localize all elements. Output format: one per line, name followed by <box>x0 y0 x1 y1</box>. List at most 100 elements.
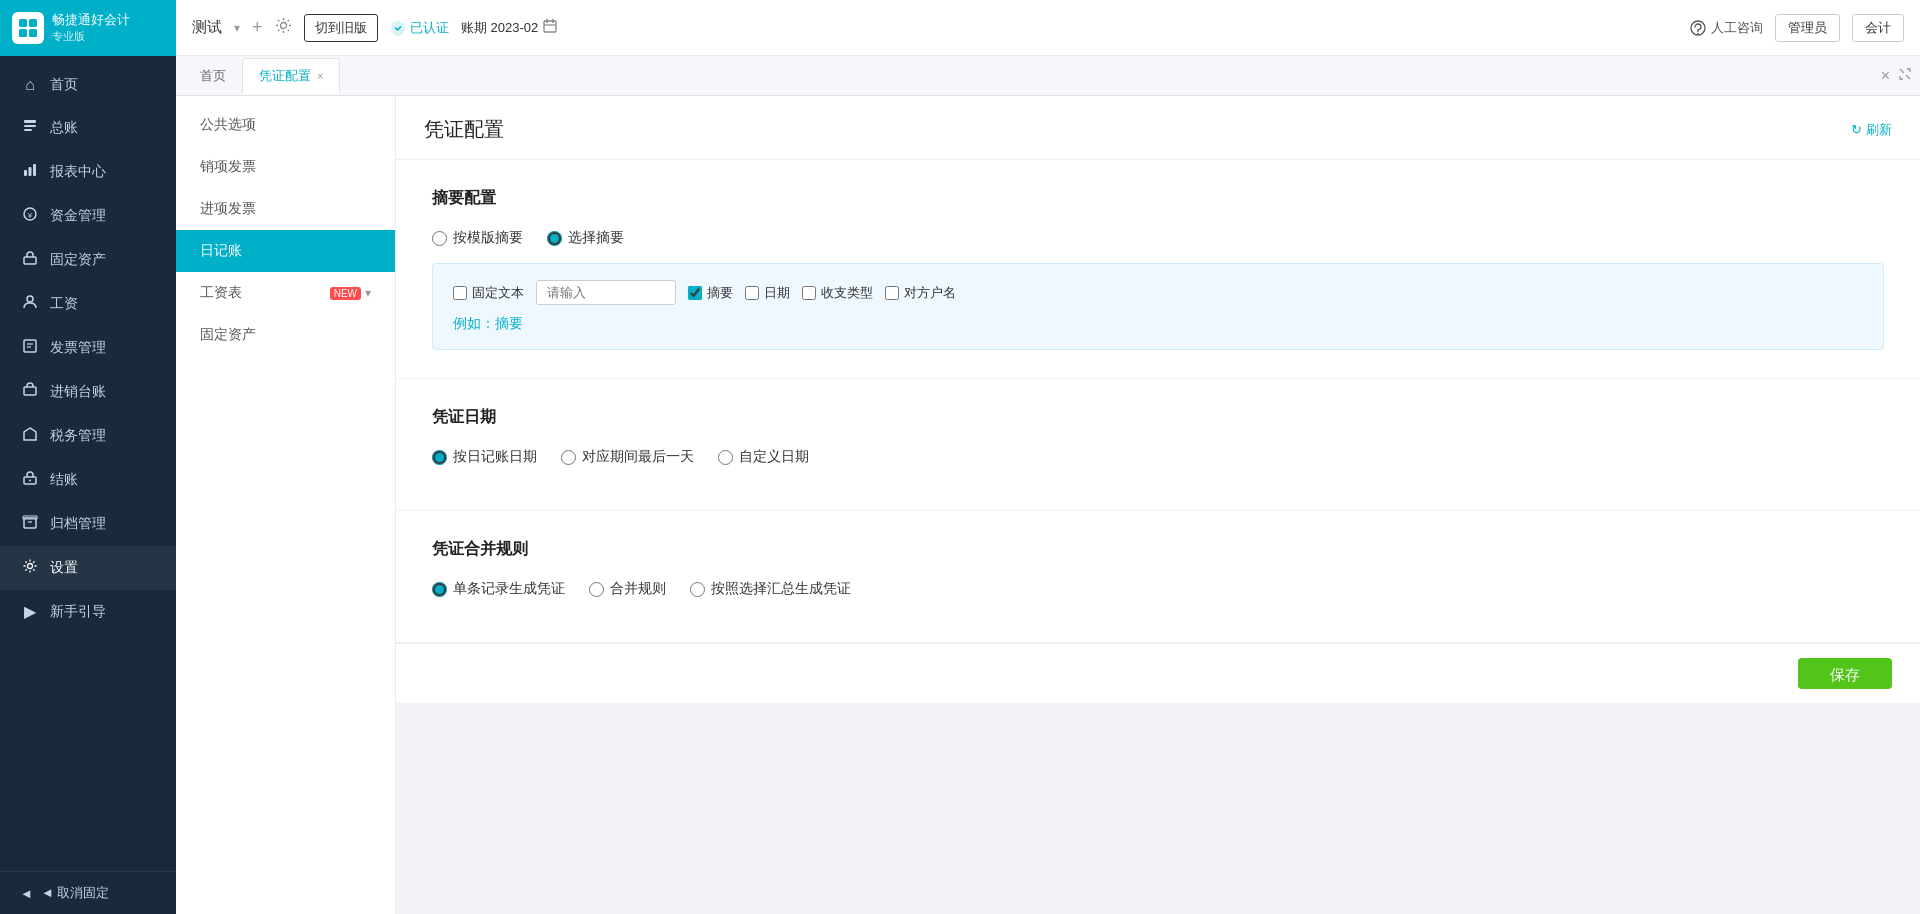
merge-section-title: 凭证合并规则 <box>432 539 1884 560</box>
left-menu-public[interactable]: 公共选项 <box>176 104 395 146</box>
sidebar-item-guide[interactable]: ▶ 新手引导 <box>0 590 176 633</box>
content-main: 凭证配置 ↻ 刷新 摘要配置 按模版摘要 选择摘要 <box>396 96 1920 914</box>
svg-rect-25 <box>544 21 556 32</box>
svg-point-23 <box>28 564 33 569</box>
svg-rect-9 <box>33 164 36 176</box>
radio-single-record[interactable]: 单条记录生成凭证 <box>432 580 565 598</box>
left-menu-fixed-asset[interactable]: 固定资产 <box>176 314 395 356</box>
settings-icon <box>20 558 40 578</box>
sidebar-item-close[interactable]: 结账 <box>0 458 176 502</box>
sidebar-item-fund[interactable]: ¥ 资金管理 <box>0 194 176 238</box>
svg-rect-3 <box>29 29 37 37</box>
new-badge: NEW <box>330 287 361 300</box>
svg-rect-4 <box>24 120 36 123</box>
summary-section: 摘要配置 按模版摘要 选择摘要 固定文本 <box>396 160 1920 379</box>
svg-rect-2 <box>19 29 27 37</box>
home-icon: ⌂ <box>20 76 40 94</box>
checkbox-summary[interactable]: 摘要 <box>688 284 733 302</box>
radio-by-selection[interactable]: 按照选择汇总生成凭证 <box>690 580 851 598</box>
radio-select-summary[interactable]: 选择摘要 <box>547 229 624 247</box>
payroll-expand-icon[interactable]: ▾ <box>365 286 371 300</box>
summary-radio-group: 按模版摘要 选择摘要 <box>432 229 1884 247</box>
radio-merge-rule[interactable]: 合并规则 <box>589 580 666 598</box>
merge-section: 凭证合并规则 单条记录生成凭证 合并规则 按照选择汇总生成凭证 <box>396 511 1920 643</box>
add-company-button[interactable]: + <box>252 17 263 38</box>
summary-section-title: 摘要配置 <box>432 188 1884 209</box>
tab-close-icon[interactable]: × <box>317 70 323 82</box>
svg-rect-6 <box>24 129 32 131</box>
svg-point-30 <box>1697 32 1699 34</box>
asset-icon <box>20 250 40 270</box>
close-account-icon <box>20 470 40 490</box>
sidebar-item-tax[interactable]: 税务管理 <box>0 414 176 458</box>
switch-old-version-button[interactable]: 切到旧版 <box>304 14 378 42</box>
sidebar-item-asset[interactable]: 固定资产 <box>0 238 176 282</box>
page-title: 凭证配置 <box>424 116 504 143</box>
verified-status: 已认证 <box>390 19 449 37</box>
trade-icon <box>20 382 40 402</box>
checkbox-income-type[interactable]: 收支类型 <box>802 284 873 302</box>
guide-icon: ▶ <box>20 602 40 621</box>
page-header: 凭证配置 ↻ 刷新 <box>396 96 1920 160</box>
refresh-icon: ↻ <box>1851 122 1862 137</box>
manager-button[interactable]: 管理员 <box>1775 14 1840 42</box>
date-section-title: 凭证日期 <box>432 407 1884 428</box>
checkbox-counterpart[interactable]: 对方户名 <box>885 284 956 302</box>
radio-template-summary[interactable]: 按模版摘要 <box>432 229 523 247</box>
svg-rect-0 <box>19 19 27 27</box>
cancel-fixed-icon: ◄ <box>20 886 33 901</box>
account-period: 账期 2023-02 <box>461 18 559 37</box>
refresh-button[interactable]: ↻ 刷新 <box>1851 121 1892 139</box>
radio-journal-date[interactable]: 按日记账日期 <box>432 448 537 466</box>
cancel-fixed-button[interactable]: ◄ ◄ 取消固定 <box>0 871 176 914</box>
fund-icon: ¥ <box>20 206 40 226</box>
tabbar-expand-button[interactable] <box>1898 67 1912 84</box>
calendar-icon[interactable] <box>542 18 558 37</box>
sidebar-item-invoice[interactable]: 发票管理 <box>0 326 176 370</box>
left-menu-payroll[interactable]: 工资表 NEW ▾ <box>176 272 395 314</box>
sidebar-item-trade[interactable]: 进销台账 <box>0 370 176 414</box>
fixed-text-input[interactable] <box>536 280 676 305</box>
left-menu-purchase-invoice[interactable]: 进项发票 <box>176 188 395 230</box>
radio-custom-date[interactable]: 自定义日期 <box>718 448 809 466</box>
sidebar-item-home[interactable]: ⌂ 首页 <box>0 64 176 106</box>
summary-example-text: 例如：摘要 <box>453 315 1863 333</box>
salary-icon <box>20 294 40 314</box>
checkbox-fixed-text[interactable]: 固定文本 <box>453 284 524 302</box>
tax-icon <box>20 426 40 446</box>
sidebar-item-settings[interactable]: 设置 <box>0 546 176 590</box>
sidebar-item-archive[interactable]: 归档管理 <box>0 502 176 546</box>
tabbar-close-button[interactable]: × <box>1881 67 1890 85</box>
radio-period-last[interactable]: 对应期间最后一天 <box>561 448 694 466</box>
sidebar-item-salary[interactable]: 工资 <box>0 282 176 326</box>
content-left-menu: 公共选项 销项发票 进项发票 日记账 工资表 NEW ▾ 固定资产 <box>176 96 396 914</box>
merge-radio-group: 单条记录生成凭证 合并规则 按照选择汇总生成凭证 <box>432 580 1884 598</box>
topbar: 测试 ▾ + 切到旧版 已认证 账期 2023-02 人工咨询 管理员 会计 <box>176 0 1920 56</box>
sidebar: 畅捷通好会计 专业版 ⌂ 首页 总账 报表中心 ¥ 资金管理 <box>0 0 176 914</box>
cancel-fixed-label: ◄ 取消固定 <box>41 884 109 902</box>
svg-point-19 <box>29 480 31 482</box>
save-button[interactable]: 保存 <box>1798 658 1892 689</box>
tabbar-actions: × <box>1881 67 1912 85</box>
company-dropdown-arrow[interactable]: ▾ <box>234 21 240 35</box>
summary-config-box: 固定文本 摘要 日期 收支类型 <box>432 263 1884 350</box>
left-menu-sales-invoice[interactable]: 销项发票 <box>176 146 395 188</box>
tab-home[interactable]: 首页 <box>184 59 242 93</box>
report-icon <box>20 162 40 182</box>
settings-gear-icon[interactable] <box>275 17 292 38</box>
page-footer: 保存 <box>396 643 1920 703</box>
archive-icon <box>20 514 40 534</box>
svg-rect-8 <box>29 167 32 176</box>
tabbar: 首页 凭证配置 × × <box>176 56 1920 96</box>
company-name: 测试 <box>192 18 222 37</box>
sidebar-item-ledger[interactable]: 总账 <box>0 106 176 150</box>
ledger-icon <box>20 118 40 138</box>
ai-consult-button[interactable]: 人工咨询 <box>1689 19 1763 37</box>
checkbox-date[interactable]: 日期 <box>745 284 790 302</box>
app-logo-icon <box>12 12 44 44</box>
svg-point-24 <box>280 23 286 29</box>
sidebar-item-report[interactable]: 报表中心 <box>0 150 176 194</box>
accountant-button[interactable]: 会计 <box>1852 14 1904 42</box>
left-menu-journal[interactable]: 日记账 <box>176 230 395 272</box>
tab-voucher-config[interactable]: 凭证配置 × <box>242 58 340 94</box>
